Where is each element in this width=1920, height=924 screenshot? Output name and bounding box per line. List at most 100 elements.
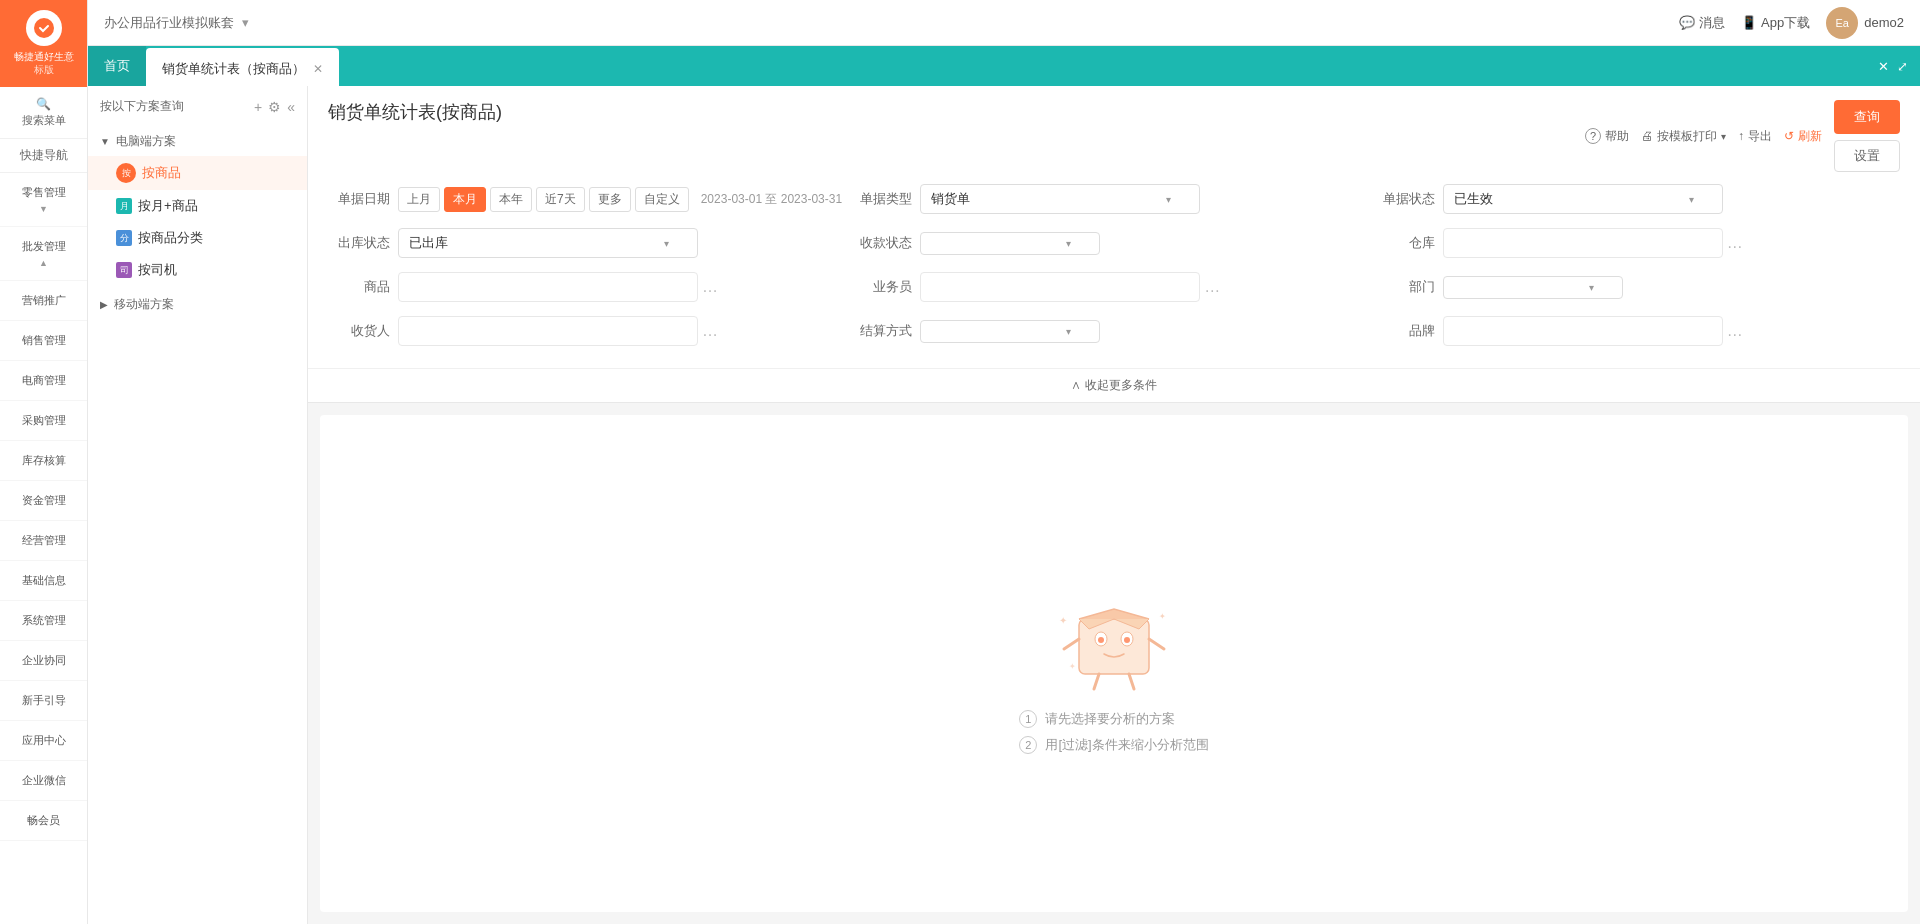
- scheme-by-printer[interactable]: 司 按司机: [88, 254, 307, 286]
- receiver-dots-icon[interactable]: …: [702, 322, 718, 340]
- brand-input[interactable]: [1443, 316, 1723, 346]
- doc-type-chevron-icon: ▾: [1166, 194, 1171, 205]
- sidebar-item-inventory[interactable]: 库存核算: [0, 441, 87, 481]
- print-label: 按模板打印: [1657, 128, 1717, 145]
- brand-dots-icon[interactable]: …: [1727, 322, 1743, 340]
- goods-input[interactable]: [398, 272, 698, 302]
- settings-scheme-icon[interactable]: ⚙: [268, 99, 281, 115]
- page-title: 销货单统计表(按商品): [328, 100, 502, 124]
- app-download-btn[interactable]: 📱 App下载: [1741, 14, 1810, 32]
- refresh-btn[interactable]: ↺ 刷新: [1784, 128, 1822, 145]
- sidebar-item-basic[interactable]: 基础信息: [0, 561, 87, 601]
- clerk-input[interactable]: [920, 272, 1200, 302]
- help-btn[interactable]: ? 帮助: [1585, 128, 1629, 145]
- main-area: 办公用品行业模拟账套 ▾ 💬 消息 📱 App下载 Ea demo2 首页: [88, 0, 1920, 924]
- add-scheme-icon[interactable]: +: [254, 99, 262, 115]
- date-btn-custom[interactable]: 自定义: [635, 187, 689, 212]
- collect-status-label: 收款状态: [855, 234, 920, 252]
- search-menu[interactable]: 🔍 搜索菜单: [0, 87, 87, 139]
- mobile-group-title[interactable]: ▶ 移动端方案: [88, 290, 307, 319]
- date-btn-more[interactable]: 更多: [589, 187, 631, 212]
- out-status-control: 已出库 ▾: [398, 228, 855, 258]
- doc-type-select[interactable]: 销货单 ▾: [920, 184, 1200, 214]
- sidebar-item-finance[interactable]: 资金管理: [0, 481, 87, 521]
- by-month-goods-icon: 月: [116, 198, 132, 214]
- dept-select[interactable]: ▾: [1443, 276, 1623, 299]
- doc-type-value: 销货单: [931, 190, 970, 208]
- sidebar-item-wholesale[interactable]: 批发管理 ▲: [0, 227, 87, 281]
- scheme-by-goods[interactable]: 按 按商品: [88, 156, 307, 190]
- settle-label: 结算方式: [855, 322, 920, 340]
- date-btn-7days[interactable]: 近7天: [536, 187, 585, 212]
- help-icon: ?: [1585, 128, 1601, 144]
- sidebar-item-guide[interactable]: 新手引导: [0, 681, 87, 721]
- avatar: Ea: [1826, 7, 1858, 39]
- sidebar-item-enterprise[interactable]: 企业协同: [0, 641, 87, 681]
- sidebar-item-system[interactable]: 系统管理: [0, 601, 87, 641]
- goods-dots-icon[interactable]: …: [702, 278, 718, 296]
- filter-rows: 单据日期 上月 本月 本年 近7天 更多 自定义 2023-03-01 至 20…: [308, 184, 1920, 368]
- sidebar-item-vip[interactable]: 畅会员: [0, 801, 87, 841]
- sidebar-item-sales[interactable]: 销售管理: [0, 321, 87, 361]
- sidebar-item-basic-label: 基础信息: [22, 573, 66, 588]
- tab-close-window-icon[interactable]: ✕: [1878, 59, 1889, 74]
- by-category-icon: 分: [116, 230, 132, 246]
- collect-status-select[interactable]: ▾: [920, 232, 1100, 255]
- tab-close-icon[interactable]: ✕: [313, 62, 323, 76]
- out-status-select[interactable]: 已出库 ▾: [398, 228, 698, 258]
- settle-select[interactable]: ▾: [920, 320, 1100, 343]
- sidebar-item-operation-label: 经营管理: [22, 533, 66, 548]
- warehouse-dots-icon[interactable]: …: [1727, 234, 1743, 252]
- query-button[interactable]: 查询: [1834, 100, 1900, 134]
- retail-arrow-icon: ▼: [39, 204, 48, 214]
- tab-report[interactable]: 销货单统计表（按商品） ✕: [146, 48, 339, 88]
- sidebar-item-purchase-label: 采购管理: [22, 413, 66, 428]
- export-btn[interactable]: ↑ 导出: [1738, 128, 1772, 145]
- messages-label: 消息: [1699, 14, 1725, 32]
- pc-group-title[interactable]: ▼ 电脑端方案: [88, 127, 307, 156]
- print-btn[interactable]: 🖨 按模板打印 ▾: [1641, 128, 1726, 145]
- collapse-label: ∧ 收起更多条件: [1071, 378, 1156, 392]
- scheme-by-month-goods[interactable]: 月 按月+商品: [88, 190, 307, 222]
- date-control: 上月 本月 本年 近7天 更多 自定义 2023-03-01 至 2023-03…: [398, 187, 855, 212]
- out-status-value: 已出库: [409, 234, 448, 252]
- receiver-input[interactable]: [398, 316, 698, 346]
- warehouse-input[interactable]: [1443, 228, 1723, 258]
- sidebar-item-retail[interactable]: 零售管理 ▼: [0, 173, 87, 227]
- sidebar-item-guide-label: 新手引导: [22, 693, 66, 708]
- page-title-row: 销货单统计表(按商品) ? 帮助 🖨 按模板打印 ▾ ↑: [308, 86, 1920, 184]
- print-arrow-icon: ▾: [1721, 131, 1726, 142]
- empty-tips: 1 请先选择要分析的方案 2 用[过滤]条件来缩小分析范围: [1019, 710, 1208, 754]
- out-status-label: 出库状态: [328, 234, 398, 252]
- out-status-chevron-icon: ▾: [664, 238, 669, 249]
- settings-button[interactable]: 设置: [1834, 140, 1900, 172]
- doc-type-label: 单据类型: [855, 190, 920, 208]
- sidebar-item-wechat[interactable]: 企业微信: [0, 761, 87, 801]
- doc-status-select[interactable]: 已生效 ▾: [1443, 184, 1723, 214]
- sidebar-item-appcenter[interactable]: 应用中心: [0, 721, 87, 761]
- date-btn-last-month[interactable]: 上月: [398, 187, 440, 212]
- sidebar-item-marketing[interactable]: 营销推广: [0, 281, 87, 321]
- sidebar-item-ecom-label: 电商管理: [22, 373, 66, 388]
- tab-home-label: 首页: [104, 57, 130, 75]
- scheme-by-category[interactable]: 分 按商品分类: [88, 222, 307, 254]
- tip-1-text: 请先选择要分析的方案: [1045, 710, 1175, 728]
- sidebar-item-operation[interactable]: 经营管理: [0, 521, 87, 561]
- help-label: 帮助: [1605, 128, 1629, 145]
- date-btn-this-month[interactable]: 本月: [444, 187, 486, 212]
- logo-icon: [26, 10, 62, 46]
- workspace-dropdown-icon[interactable]: ▾: [242, 15, 249, 30]
- sidebar-item-purchase[interactable]: 采购管理: [0, 401, 87, 441]
- date-btn-this-year[interactable]: 本年: [490, 187, 532, 212]
- clerk-dots-icon[interactable]: …: [1204, 278, 1220, 296]
- pc-scheme-group: ▼ 电脑端方案 按 按商品 月 按月+商品 分 按商品分类 司 按司机: [88, 127, 307, 286]
- messages-btn[interactable]: 💬 消息: [1679, 14, 1725, 32]
- collapse-bar[interactable]: ∧ 收起更多条件: [308, 368, 1920, 402]
- left-panel-title: 按以下方案查询: [100, 98, 184, 115]
- tab-home[interactable]: 首页: [88, 46, 146, 86]
- tab-expand-icon[interactable]: ⤢: [1897, 59, 1908, 74]
- user-area[interactable]: Ea demo2: [1826, 7, 1904, 39]
- collapse-panel-icon[interactable]: «: [287, 99, 295, 115]
- quick-nav[interactable]: 快捷导航: [0, 139, 87, 173]
- sidebar-item-ecom[interactable]: 电商管理: [0, 361, 87, 401]
